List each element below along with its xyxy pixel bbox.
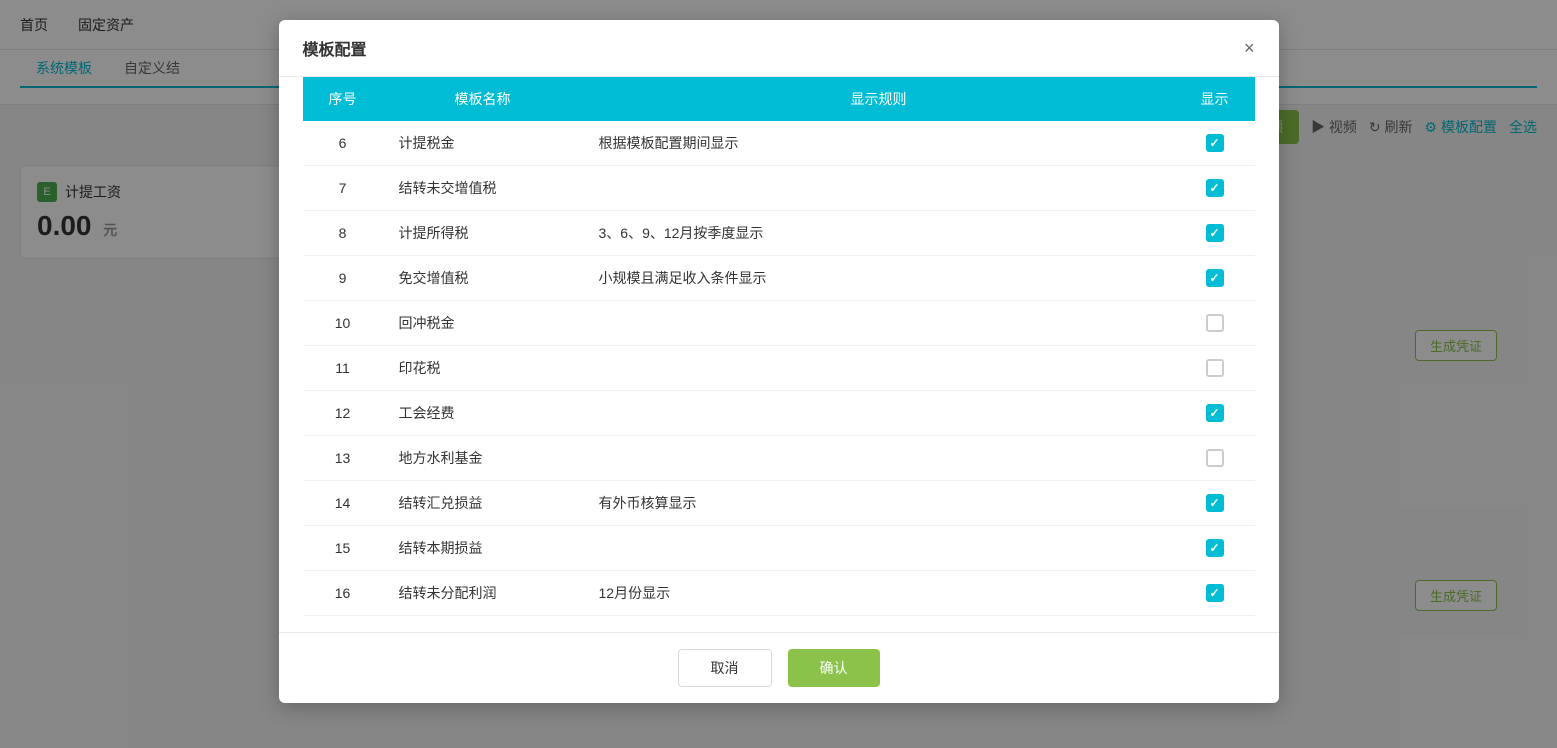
table-row: 15结转本期损益 xyxy=(303,526,1255,571)
cell-seq: 12 xyxy=(303,391,383,436)
modal-footer: 取消 确认 xyxy=(279,632,1279,703)
cell-checkbox xyxy=(1175,301,1255,346)
cell-name: 结转本期损益 xyxy=(383,526,583,571)
checkbox-11[interactable] xyxy=(1206,359,1224,377)
cell-name: 结转汇兑损益 xyxy=(383,481,583,526)
cell-name: 结转未分配利润 xyxy=(383,571,583,616)
cell-name: 结转未交增值税 xyxy=(383,166,583,211)
cell-seq: 6 xyxy=(303,121,383,166)
cell-seq: 15 xyxy=(303,526,383,571)
checkbox-15[interactable] xyxy=(1206,539,1224,557)
confirm-button[interactable]: 确认 xyxy=(788,649,880,687)
checkbox-9[interactable] xyxy=(1206,269,1224,287)
cell-seq: 7 xyxy=(303,166,383,211)
cell-rule: 12月份显示 xyxy=(583,571,1175,616)
cell-rule: 根据模板配置期间显示 xyxy=(583,121,1175,166)
cell-checkbox xyxy=(1175,526,1255,571)
table-row: 12工会经费 xyxy=(303,391,1255,436)
cell-seq: 11 xyxy=(303,346,383,391)
modal-title: 模板配置 xyxy=(303,36,367,60)
cell-checkbox xyxy=(1175,166,1255,211)
col-seq: 序号 xyxy=(303,77,383,121)
cell-name: 印花税 xyxy=(383,346,583,391)
cell-name: 免交增值税 xyxy=(383,256,583,301)
cell-name: 工会经费 xyxy=(383,391,583,436)
cancel-button[interactable]: 取消 xyxy=(678,649,772,687)
cell-name: 计提所得税 xyxy=(383,211,583,256)
cell-checkbox xyxy=(1175,121,1255,166)
cell-seq: 14 xyxy=(303,481,383,526)
cell-seq: 16 xyxy=(303,571,383,616)
checkbox-7[interactable] xyxy=(1206,179,1224,197)
cell-rule xyxy=(583,346,1175,391)
cell-name: 计提税金 xyxy=(383,121,583,166)
table-row: 6计提税金根据模板配置期间显示 xyxy=(303,121,1255,166)
col-rule: 显示规则 xyxy=(583,77,1175,121)
checkbox-16[interactable] xyxy=(1206,584,1224,602)
cell-rule: 小规模且满足收入条件显示 xyxy=(583,256,1175,301)
cell-seq: 9 xyxy=(303,256,383,301)
cell-name: 地方水利基金 xyxy=(383,436,583,481)
modal-body[interactable]: 序号 模板名称 显示规则 显示 6计提税金根据模板配置期间显示7结转未交增值税8… xyxy=(279,77,1279,632)
cell-checkbox xyxy=(1175,256,1255,301)
checkbox-14[interactable] xyxy=(1206,494,1224,512)
cell-rule: 有外币核算显示 xyxy=(583,481,1175,526)
col-show: 显示 xyxy=(1175,77,1255,121)
cell-seq: 8 xyxy=(303,211,383,256)
table-row: 14结转汇兑损益有外币核算显示 xyxy=(303,481,1255,526)
cell-rule xyxy=(583,436,1175,481)
modal-header: 模板配置 × xyxy=(279,20,1279,77)
col-name: 模板名称 xyxy=(383,77,583,121)
modal-close-button[interactable]: × xyxy=(1244,38,1255,59)
cell-checkbox xyxy=(1175,481,1255,526)
table-header: 序号 模板名称 显示规则 显示 xyxy=(303,77,1255,121)
table-row: 10回冲税金 xyxy=(303,301,1255,346)
cell-rule xyxy=(583,526,1175,571)
cell-rule xyxy=(583,391,1175,436)
cell-checkbox xyxy=(1175,436,1255,481)
template-config-modal: 模板配置 × 序号 模板名称 显示规则 显示 6计提税金根据模板配置期间显示7结… xyxy=(279,20,1279,703)
config-table: 序号 模板名称 显示规则 显示 6计提税金根据模板配置期间显示7结转未交增值税8… xyxy=(303,77,1255,616)
cell-seq: 10 xyxy=(303,301,383,346)
table-row: 13地方水利基金 xyxy=(303,436,1255,481)
cell-name: 回冲税金 xyxy=(383,301,583,346)
cell-checkbox xyxy=(1175,346,1255,391)
cell-rule: 3、6、9、12月按季度显示 xyxy=(583,211,1175,256)
checkbox-6[interactable] xyxy=(1206,134,1224,152)
table-row: 9免交增值税小规模且满足收入条件显示 xyxy=(303,256,1255,301)
cell-checkbox xyxy=(1175,211,1255,256)
checkbox-8[interactable] xyxy=(1206,224,1224,242)
cell-seq: 13 xyxy=(303,436,383,481)
cell-checkbox xyxy=(1175,571,1255,616)
checkbox-13[interactable] xyxy=(1206,449,1224,467)
table-body: 6计提税金根据模板配置期间显示7结转未交增值税8计提所得税3、6、9、12月按季… xyxy=(303,121,1255,616)
table-row: 7结转未交增值税 xyxy=(303,166,1255,211)
cell-rule xyxy=(583,166,1175,211)
table-row: 8计提所得税3、6、9、12月按季度显示 xyxy=(303,211,1255,256)
table-row: 11印花税 xyxy=(303,346,1255,391)
table-row: 16结转未分配利润12月份显示 xyxy=(303,571,1255,616)
cell-rule xyxy=(583,301,1175,346)
cell-checkbox xyxy=(1175,391,1255,436)
checkbox-10[interactable] xyxy=(1206,314,1224,332)
modal-overlay: 模板配置 × 序号 模板名称 显示规则 显示 6计提税金根据模板配置期间显示7结… xyxy=(0,0,1557,748)
checkbox-12[interactable] xyxy=(1206,404,1224,422)
